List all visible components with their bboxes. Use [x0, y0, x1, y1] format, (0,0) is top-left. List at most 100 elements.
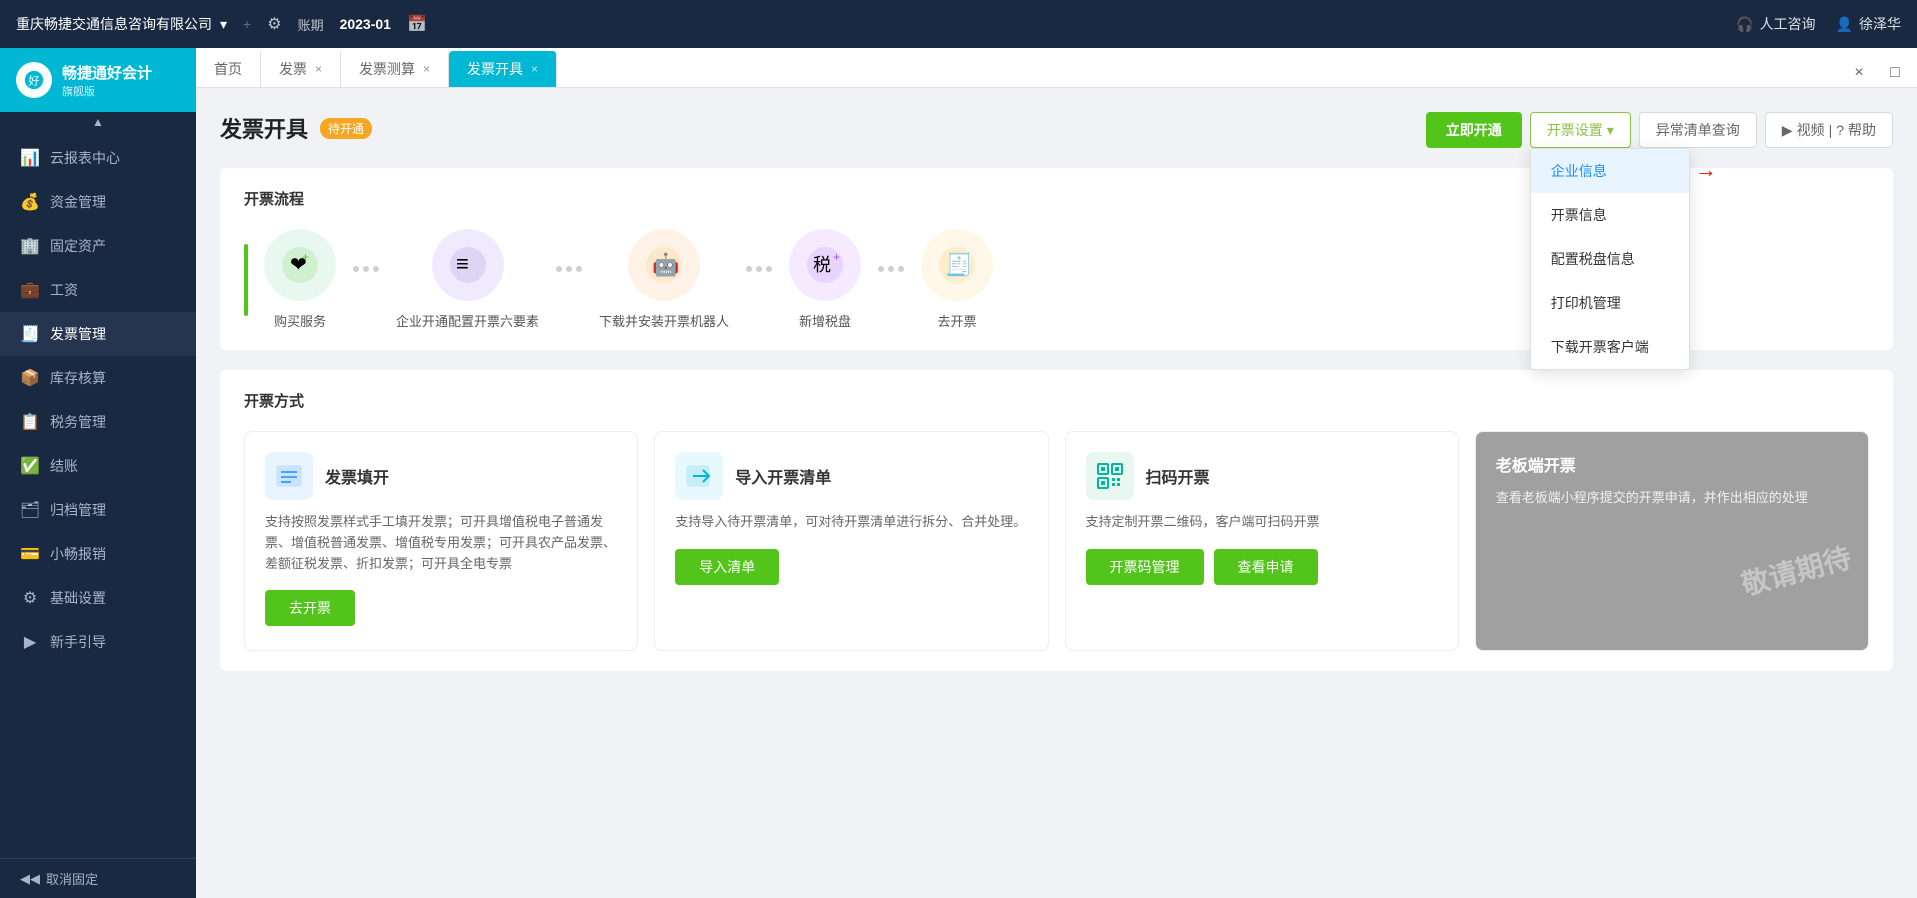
sidebar-item-gongzi[interactable]: 💼 工资 [0, 268, 196, 312]
tab-home-label: 首页 [214, 59, 242, 79]
sidebar-label-shuiwu: 税务管理 [50, 412, 106, 432]
scan-buttons: 开票码管理 查看申请 [1086, 549, 1438, 585]
sidebar-label-zijin: 资金管理 [50, 192, 106, 212]
sidebar-item-gudingzichan[interactable]: 🏢 固定资产 [0, 224, 196, 268]
scan-qr-button[interactable]: 开票码管理 [1086, 549, 1204, 585]
logo-area: 好 畅捷通好会计 旗舰版 [0, 48, 196, 112]
window-maximize-btn[interactable]: □ [1881, 59, 1909, 87]
page-content: 发票开具 待开通 立即开通 开票设置 ▾ [196, 88, 1917, 898]
calendar-icon[interactable]: 📅 [407, 14, 427, 34]
window-controls: × □ [1845, 59, 1917, 87]
window-close-btn[interactable]: × [1845, 59, 1873, 87]
dayinji-label: 打印机管理 [1551, 295, 1621, 311]
sidebar-item-xiaochang[interactable]: 💳 小畅报销 [0, 532, 196, 576]
dropdown-item-peizhi[interactable]: 配置税盘信息 [1531, 237, 1689, 281]
download-label: 下载并安装开票机器人 [599, 311, 729, 330]
flow-step-download: 🤖 下载并安装开票机器人 [599, 229, 729, 330]
user-area[interactable]: 👤 徐泽华 [1836, 14, 1901, 34]
flow-step-config: ≡ 企业开通配置开票六要素 [396, 229, 539, 330]
tab-home[interactable]: 首页 [196, 51, 261, 87]
manual-go-button[interactable]: 去开票 [265, 590, 355, 626]
app-edition: 旗舰版 [62, 83, 152, 99]
sidebar-item-jichushezhi[interactable]: ⚙ 基础设置 [0, 576, 196, 620]
shuiwu-icon: 📋 [20, 412, 40, 432]
settings-btn-wrapper: 开票设置 ▾ 企业信息 → [1530, 112, 1631, 148]
svg-text:🧾: 🧾 [945, 252, 972, 277]
jiezhang-icon: ✅ [20, 456, 40, 476]
page-actions: 立即开通 开票设置 ▾ 企业信息 → [1426, 112, 1893, 148]
boss-title: 老板端开票 [1496, 452, 1576, 476]
user-avatar-icon: 👤 [1836, 16, 1853, 33]
activate-button[interactable]: 立即开通 [1426, 112, 1522, 148]
sidebar-item-jiezhang[interactable]: ✅ 结账 [0, 444, 196, 488]
arrow-4 [861, 266, 921, 272]
sidebar-label-xinshou: 新手引导 [50, 632, 106, 652]
dropdown-item-kaipiao[interactable]: 开票信息 [1531, 193, 1689, 237]
gongzi-icon: 💼 [20, 280, 40, 300]
tab-fapiaokaju[interactable]: 发票开具 × [449, 51, 557, 87]
kaipiao-label: 开票信息 [1551, 207, 1607, 223]
settings-icon[interactable]: ⚙ [267, 14, 281, 34]
scan-view-button[interactable]: 查看申请 [1214, 549, 1318, 585]
guidang-icon: 🗂 [20, 500, 40, 520]
qiye-label: 企业信息 [1551, 163, 1607, 179]
page-title: 发票开具 [220, 112, 308, 144]
tab-fapiao-close[interactable]: × [315, 62, 322, 76]
buy-label: 购买服务 [274, 311, 326, 330]
sidebar-item-kucun[interactable]: 📦 库存核算 [0, 356, 196, 400]
red-arrow-icon: → [1695, 157, 1717, 183]
tab-fapiao[interactable]: 发票 × [261, 51, 341, 87]
abnormal-button[interactable]: 异常清单查询 [1639, 112, 1757, 148]
sidebar-item-fapiao[interactable]: 🧾 发票管理 [0, 312, 196, 356]
sidebar-label-xiaochang: 小畅报销 [50, 544, 106, 564]
import-icon [675, 452, 723, 500]
company-dropdown-icon: ▾ [220, 16, 227, 33]
video-play-icon[interactable]: ▶ [1782, 122, 1793, 139]
config-label: 企业开通配置开票六要素 [396, 311, 539, 330]
help-icon: ? [1836, 122, 1844, 138]
scan-icon [1086, 452, 1134, 500]
dropdown-item-xiazai[interactable]: 下载开票客户端 [1531, 325, 1689, 369]
tab-fapiao-label: 发票 [279, 59, 307, 79]
boss-overlay-text: 敬请期待 [1737, 536, 1856, 604]
settings-dropdown: 企业信息 → 开票信息 配置税盘信息 [1530, 148, 1690, 370]
methods-title: 开票方式 [244, 390, 1869, 411]
sidebar-cancel-pin[interactable]: ◀◀ 取消固定 [0, 858, 196, 898]
tab-fapiaokaju-label: 发票开具 [467, 59, 523, 79]
gudingzichan-icon: 🏢 [20, 236, 40, 256]
buy-icon: ❤+ [264, 229, 336, 301]
settings-button[interactable]: 开票设置 ▾ [1530, 112, 1631, 148]
dropdown-item-qiye[interactable]: 企业信息 → [1531, 149, 1689, 193]
sidebar-item-shuiwu[interactable]: 📋 税务管理 [0, 400, 196, 444]
top-bar: 重庆畅捷交通信息咨询有限公司 ▾ + ⚙ 账期 2023-01 📅 🎧 人工咨询… [0, 0, 1917, 48]
download-icon: 🤖 [628, 229, 700, 301]
sidebar-item-zijin[interactable]: 💰 资金管理 [0, 180, 196, 224]
sidebar-item-xinshou[interactable]: ▶ 新手引导 [0, 620, 196, 664]
import-title: 导入开票清单 [735, 464, 831, 488]
manual-header: 发票填开 [265, 452, 617, 500]
dropdown-item-dayinji[interactable]: 打印机管理 [1531, 281, 1689, 325]
tab-fapiaocesuan-close[interactable]: × [423, 62, 430, 76]
import-desc: 支持导入待开票清单，可对待开票清单进行拆分、合并处理。 [675, 512, 1027, 533]
boss-header: 老板端开票 [1496, 452, 1848, 476]
sidebar-label-gudingzichan: 固定资产 [50, 236, 106, 256]
sidebar-item-guidang[interactable]: 🗂 归档管理 [0, 488, 196, 532]
sidebar-scroll-up[interactable]: ▲ [0, 112, 196, 132]
consult-button[interactable]: 🎧 人工咨询 [1736, 14, 1815, 34]
video-label: 视频 [1797, 120, 1825, 140]
cancel-pin-label: 取消固定 [46, 869, 98, 888]
tab-fapiaocesuan[interactable]: 发票测算 × [341, 51, 449, 87]
tab-fapiaokaju-close[interactable]: × [531, 62, 538, 76]
zijin-icon: 💰 [20, 192, 40, 212]
sidebar-item-yunbao[interactable]: 📊 云报表中心 [0, 136, 196, 180]
method-card-scan: 扫码开票 支持定制开票二维码，客户端可扫码开票 开票码管理 查看申请 [1065, 431, 1459, 651]
flow-step-addtax: 税+ 新增税盘 [789, 229, 861, 330]
method-card-import: 导入开票清单 支持导入待开票清单，可对待开票清单进行拆分、合并处理。 导入清单 [654, 431, 1048, 651]
tab-bar: 首页 发票 × 发票测算 × 发票开具 × × □ [196, 48, 1917, 88]
logo-icon: 好 [16, 62, 52, 98]
svg-text:+: + [833, 250, 840, 264]
settings-chevron-icon: ▾ [1607, 122, 1614, 139]
fapiao-icon: 🧾 [20, 324, 40, 344]
import-button[interactable]: 导入清单 [675, 549, 779, 585]
company-selector[interactable]: 重庆畅捷交通信息咨询有限公司 ▾ [16, 14, 227, 34]
